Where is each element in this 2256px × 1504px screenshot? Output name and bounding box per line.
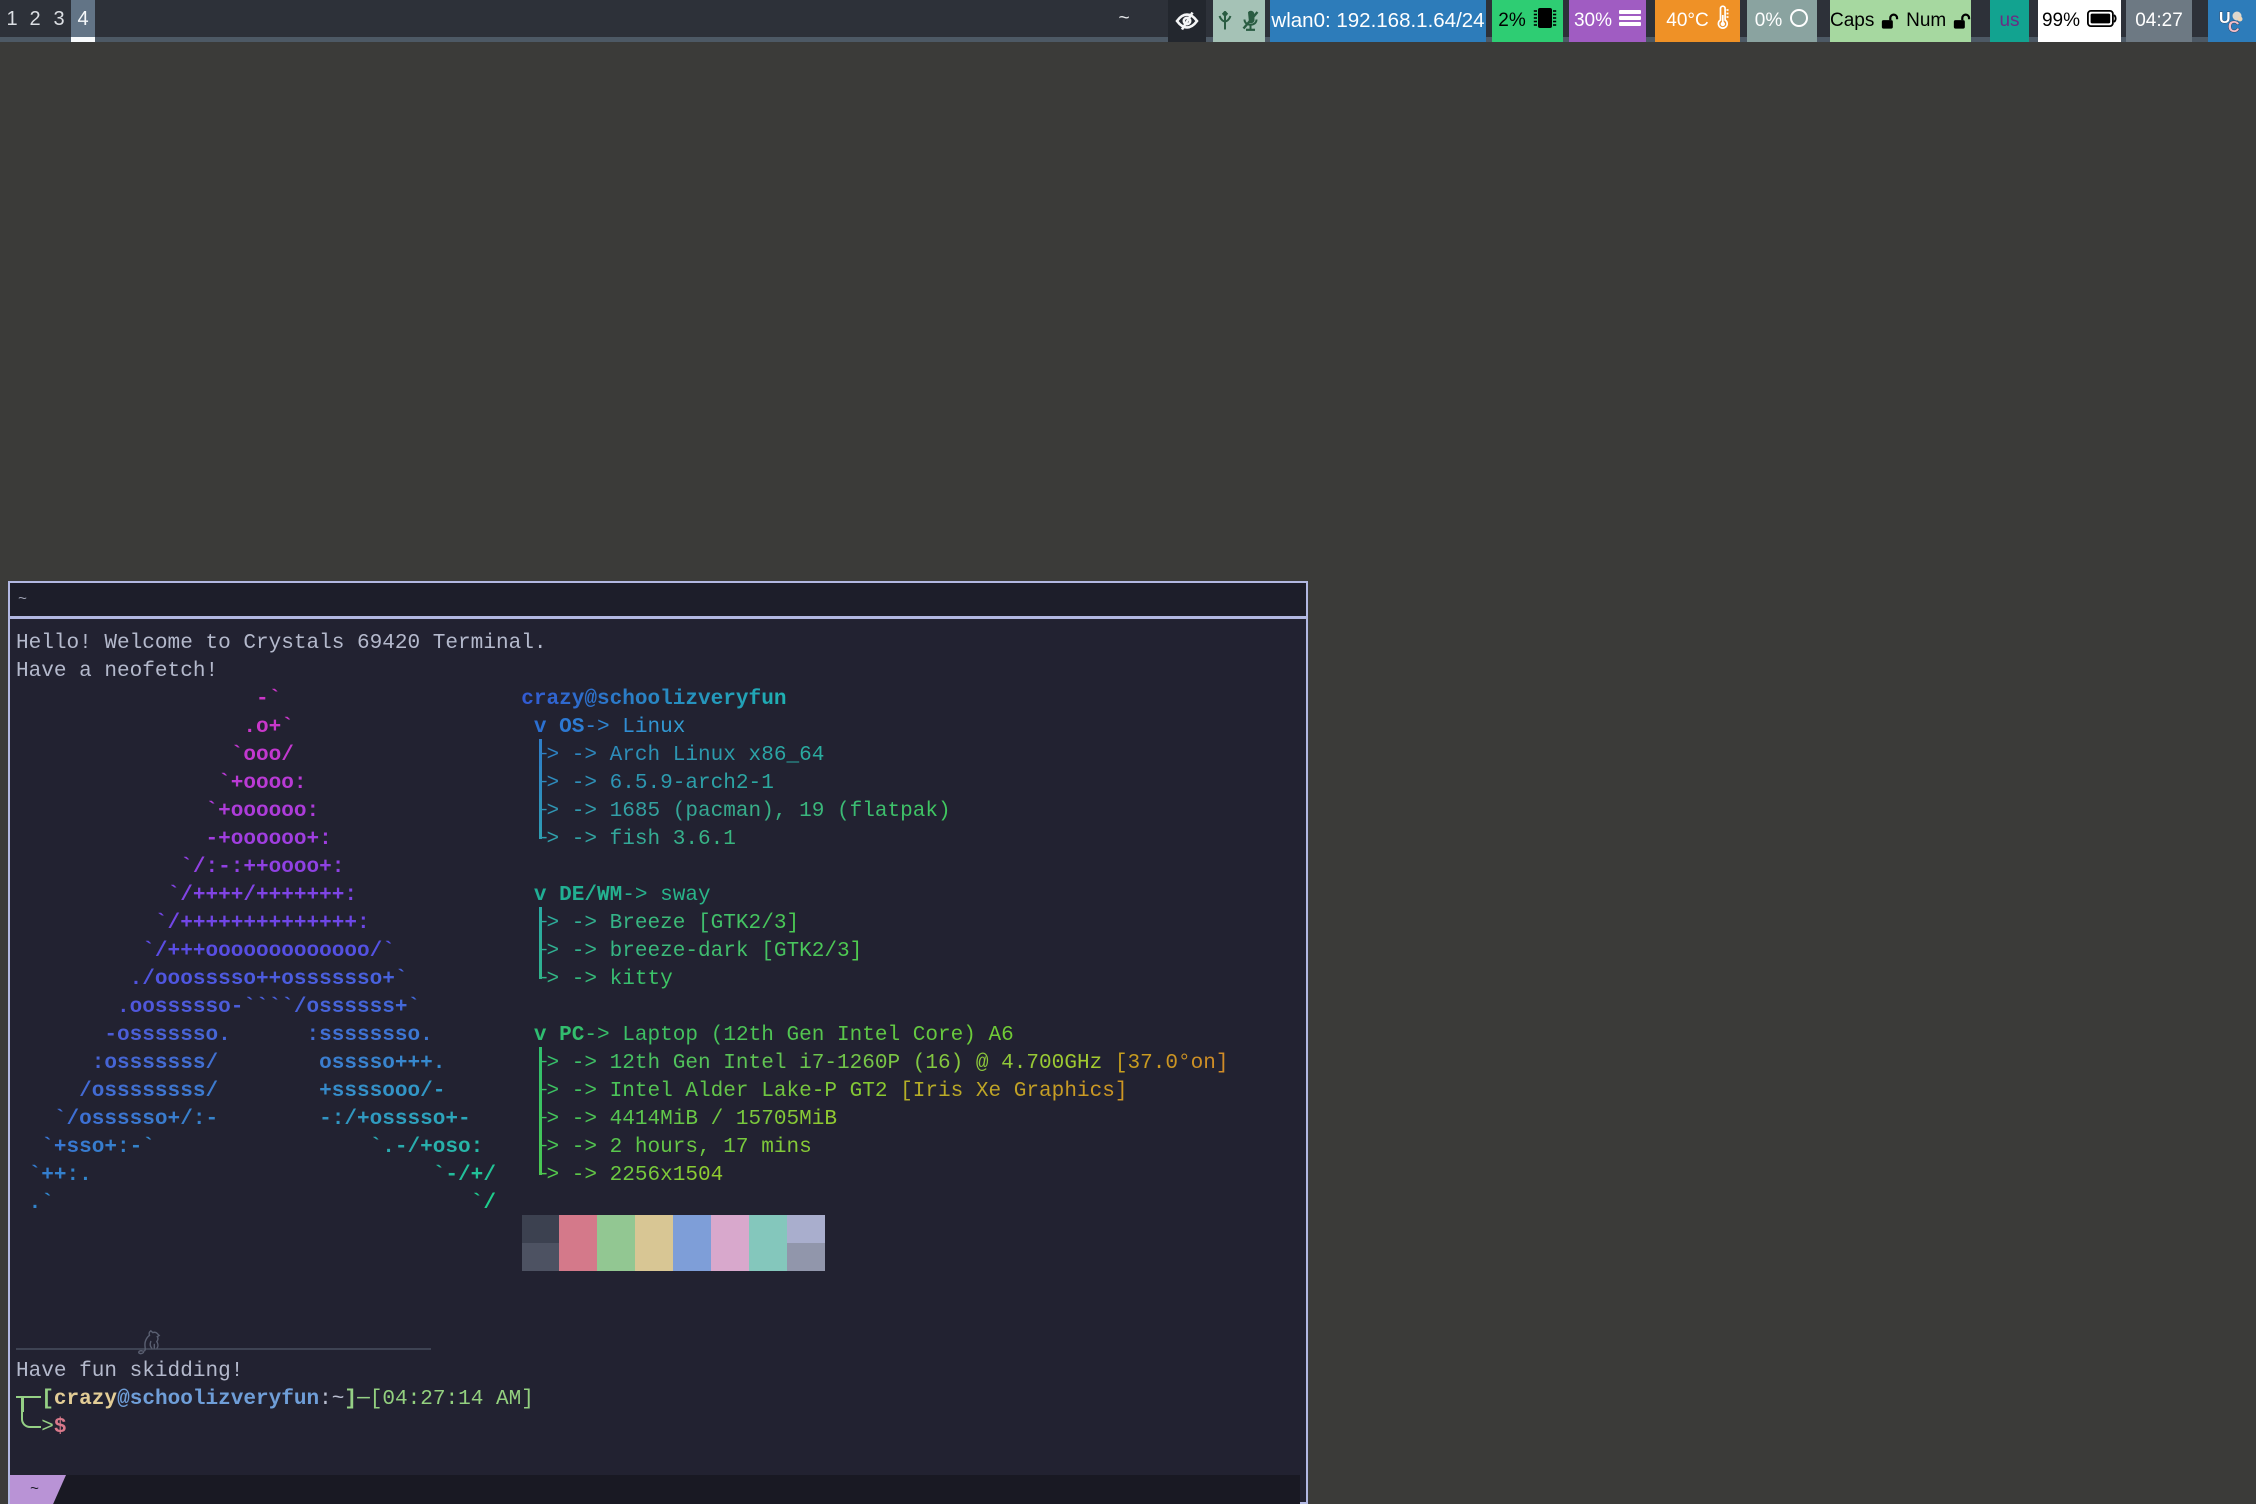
svg-text:C: C [2228, 19, 2240, 35]
